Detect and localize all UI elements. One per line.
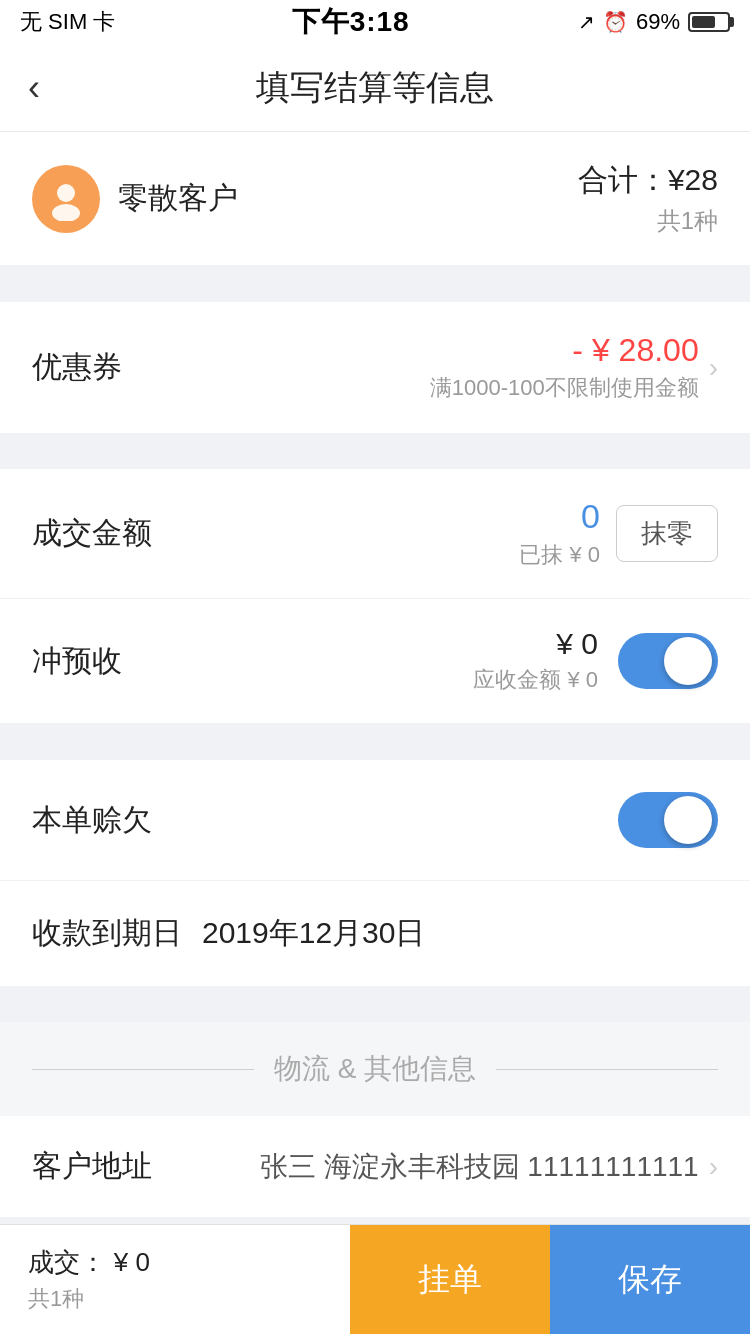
bottom-deal-label: 成交：: [28, 1247, 106, 1277]
svg-point-0: [57, 184, 75, 202]
toggle-knob: [664, 637, 712, 685]
customer-row: 零散客户 合计：¥28 共1种: [0, 132, 750, 265]
alarm-icon: ⏰: [603, 10, 628, 34]
address-value: 张三 海淀永丰科技园 11111111111: [172, 1148, 699, 1186]
divider-3: [0, 742, 750, 760]
coupon-section: 优惠券 - ¥ 28.00 满1000-100不限制使用金额 ›: [0, 301, 750, 433]
address-row[interactable]: 客户地址 张三 海淀永丰科技园 11111111111 ›: [0, 1116, 750, 1217]
main-content: 零散客户 合计：¥28 共1种 优惠券 - ¥ 28.00 满1000-100不…: [0, 132, 750, 1334]
divider-4: [0, 1004, 750, 1022]
battery-icon: [688, 12, 730, 32]
prereceive-main: ¥ 0: [473, 627, 598, 661]
customer-name: 零散客户: [118, 178, 238, 219]
save-button[interactable]: 保存: [550, 1225, 750, 1335]
prereceive-sub: 应收金额 ¥ 0: [473, 665, 598, 695]
prereceive-row: 冲预收 ¥ 0 应收金额 ¥ 0: [0, 599, 750, 724]
bottom-deal-value: ¥ 0: [114, 1247, 150, 1277]
coupon-value: - ¥ 28.00 满1000-100不限制使用金额: [430, 332, 699, 403]
total-count: 共1种: [578, 205, 718, 237]
customer-left: 零散客户: [32, 165, 238, 233]
transaction-sub: 已抹 ¥ 0: [519, 540, 600, 570]
divider-1: [0, 283, 750, 301]
round-off-button[interactable]: 抹零: [616, 505, 718, 562]
logistics-header: 物流 & 其他信息: [0, 1022, 750, 1116]
transaction-input[interactable]: 0: [560, 497, 600, 536]
location-icon: ↗: [578, 10, 595, 34]
customer-right: 合计：¥28 共1种: [578, 160, 718, 237]
pending-button[interactable]: 挂单: [350, 1225, 550, 1335]
address-chevron-icon: ›: [709, 1151, 718, 1183]
status-time: 下午3:18: [292, 3, 410, 41]
prereceive-label: 冲预收: [32, 641, 122, 682]
bottom-bar: 成交： ¥ 0 共1种 挂单 保存: [0, 1224, 750, 1334]
debit-toggle[interactable]: [618, 792, 718, 848]
chevron-right-icon: ›: [709, 352, 718, 384]
bottom-count: 共1种: [28, 1284, 322, 1314]
customer-section: 零散客户 合计：¥28 共1种: [0, 132, 750, 265]
bottom-deal-row: 成交： ¥ 0: [28, 1245, 322, 1280]
logistics-label: 物流 & 其他信息: [254, 1050, 496, 1088]
debit-section: 本单赊欠 收款到期日 2019年12月30日: [0, 760, 750, 986]
due-date-row: 收款到期日 2019年12月30日: [0, 880, 750, 986]
coupon-label: 优惠券: [32, 347, 122, 388]
avatar: [32, 165, 100, 233]
nav-bar: ‹ 填写结算等信息: [0, 44, 750, 132]
divider-2: [0, 451, 750, 469]
prereceive-right: ¥ 0 应收金额 ¥ 0: [473, 627, 718, 695]
transaction-right: 0 已抹 ¥ 0 抹零: [519, 497, 718, 570]
sim-label: 无 SIM 卡: [20, 7, 115, 37]
transaction-value-block: 0 已抹 ¥ 0: [519, 497, 600, 570]
due-date-value: 2019年12月30日: [202, 913, 425, 954]
coupon-amount: - ¥ 28.00: [430, 332, 699, 369]
page-title: 填写结算等信息: [256, 65, 494, 111]
address-section: 客户地址 张三 海淀永丰科技园 11111111111 ›: [0, 1116, 750, 1217]
status-right: ↗ ⏰ 69%: [578, 9, 730, 35]
address-label: 客户地址: [32, 1146, 152, 1187]
transaction-row: 成交金额 0 已抹 ¥ 0 抹零: [0, 469, 750, 599]
prereceive-value-block: ¥ 0 应收金额 ¥ 0: [473, 627, 598, 695]
battery-label: 69%: [636, 9, 680, 35]
debit-toggle-knob: [664, 796, 712, 844]
bottom-info: 成交： ¥ 0 共1种: [0, 1245, 350, 1314]
back-button[interactable]: ‹: [28, 67, 40, 109]
transaction-section: 成交金额 0 已抹 ¥ 0 抹零 冲预收 ¥ 0 应收金额 ¥ 0: [0, 469, 750, 724]
total-amount: 合计：¥28: [578, 160, 718, 201]
coupon-row[interactable]: 优惠券 - ¥ 28.00 满1000-100不限制使用金额 ›: [0, 301, 750, 433]
svg-point-1: [52, 204, 80, 221]
debit-label: 本单赊欠: [32, 800, 152, 841]
status-left: 无 SIM 卡: [20, 7, 123, 37]
transaction-label: 成交金额: [32, 513, 152, 554]
coupon-right: - ¥ 28.00 满1000-100不限制使用金额 ›: [430, 332, 718, 403]
debit-row: 本单赊欠: [0, 760, 750, 880]
status-bar: 无 SIM 卡 下午3:18 ↗ ⏰ 69%: [0, 0, 750, 44]
due-date-label: 收款到期日: [32, 913, 182, 954]
prereceive-toggle[interactable]: [618, 633, 718, 689]
coupon-desc: 满1000-100不限制使用金额: [430, 373, 699, 403]
